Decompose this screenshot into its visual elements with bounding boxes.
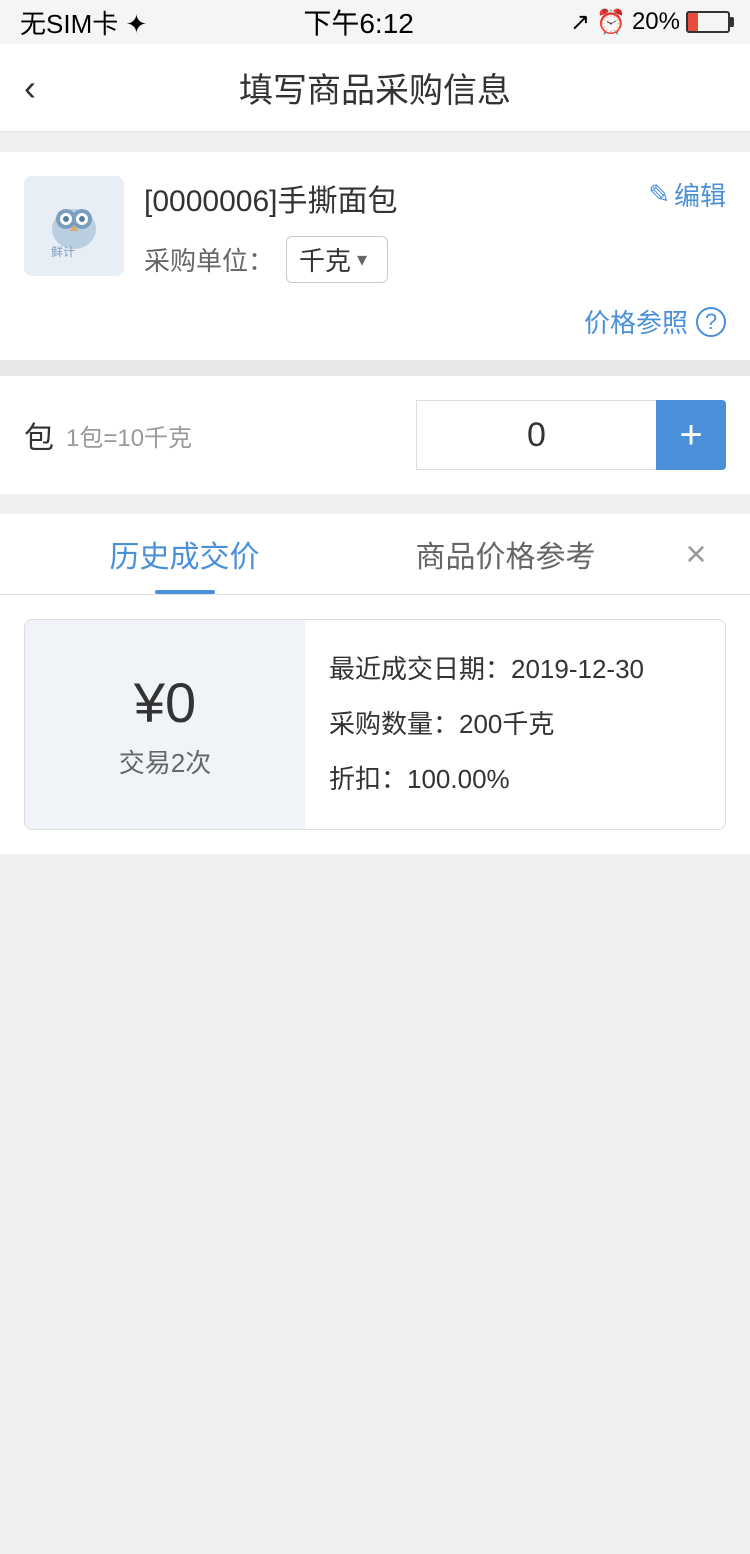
price-symbol: ¥: [134, 671, 165, 734]
price-card-left: ¥0 交易2次: [25, 620, 305, 829]
price-detail-discount: 折扣：100.00%: [329, 760, 701, 799]
section-divider: [0, 360, 750, 376]
carrier-text: 无SIM卡 ✦: [20, 4, 147, 41]
product-image: 鲜计: [24, 176, 124, 276]
date-value: 2019-12-30: [511, 654, 644, 684]
tab-bar: 历史成交价 商品价格参考 ×: [0, 514, 750, 595]
discount-label: 折扣：: [329, 764, 407, 794]
quantity-left: 包 1包=10千克: [24, 413, 192, 457]
tab-history-price[interactable]: 历史成交价: [24, 514, 345, 594]
price-card: ¥0 交易2次 最近成交日期：2019-12-30 采购数量：200千克 折扣：…: [24, 619, 726, 830]
main-content: [0, 854, 750, 1554]
unit-select[interactable]: 千克 ▾: [286, 236, 388, 283]
product-logo: 鲜计: [39, 191, 109, 261]
qty-label: 采购数量：: [329, 709, 459, 739]
price-detail-date: 最近成交日期：2019-12-30: [329, 650, 701, 689]
tab-active-indicator: [155, 590, 215, 594]
unit-label: 采购单位：: [144, 241, 274, 278]
status-right: ↗ ⏰ 20%: [570, 8, 730, 37]
quantity-input[interactable]: [416, 400, 656, 470]
page-title: 填写商品采购信息: [239, 63, 511, 112]
history-content: ¥0 交易2次 最近成交日期：2019-12-30 采购数量：200千克 折扣：…: [0, 595, 750, 854]
chevron-down-icon: ▾: [357, 247, 367, 272]
date-label: 最近成交日期：: [329, 654, 511, 684]
quantity-plus-button[interactable]: +: [656, 400, 726, 470]
product-header: 鲜计 [0000006]手撕面包 采购单位： 千克 ▾ ✎ 编辑: [24, 176, 726, 283]
price-card-right: 最近成交日期：2019-12-30 采购数量：200千克 折扣：100.00%: [305, 620, 725, 829]
price-amount: ¥0: [134, 670, 196, 735]
product-name: [0000006]手撕面包: [144, 176, 397, 220]
tab-history-label: 历史成交价: [110, 532, 260, 576]
back-button[interactable]: ‹: [24, 67, 36, 109]
product-left: 鲜计 [0000006]手撕面包 采购单位： 千克 ▾: [24, 176, 397, 283]
quantity-right: +: [416, 400, 726, 470]
tab-price-ref-label: 商品价格参考: [416, 532, 596, 576]
battery-percent: 20%: [632, 8, 680, 36]
help-icon[interactable]: ?: [696, 307, 726, 337]
price-ref-row: 价格参照 ?: [24, 303, 726, 340]
svg-text:鲜计: 鲜计: [51, 245, 75, 259]
qty-value: 200千克: [459, 709, 554, 739]
location-icon: ↗: [570, 8, 590, 37]
battery-icon: [686, 11, 730, 33]
product-card: 鲜计 [0000006]手撕面包 采购单位： 千克 ▾ ✎ 编辑: [0, 152, 750, 360]
close-icon: ×: [685, 533, 706, 575]
product-unit-row: 采购单位： 千克 ▾: [144, 236, 397, 283]
unit-sub-label: 1包=10千克: [66, 418, 192, 453]
unit-value: 千克: [299, 241, 351, 278]
tab-close-button[interactable]: ×: [666, 524, 726, 584]
status-carrier: 无SIM卡 ✦: [20, 4, 147, 41]
edit-button[interactable]: ✎ 编辑: [648, 176, 726, 213]
tab-price-ref[interactable]: 商品价格参考: [345, 514, 666, 594]
product-info: [0000006]手撕面包 采购单位： 千克 ▾: [144, 176, 397, 283]
edit-icon: ✎: [648, 179, 670, 210]
discount-value: 100.00%: [407, 764, 510, 794]
status-time: 下午6:12: [303, 2, 414, 42]
price-value: 0: [165, 671, 196, 734]
edit-label: 编辑: [674, 176, 726, 213]
alarm-icon: ⏰: [596, 8, 626, 37]
price-trades: 交易2次: [119, 743, 211, 780]
status-bar: 无SIM卡 ✦ 下午6:12 ↗ ⏰ 20%: [0, 0, 750, 44]
price-ref-link[interactable]: 价格参照: [584, 303, 688, 340]
unit-main-label: 包: [24, 413, 54, 457]
quantity-row: 包 1包=10千克 +: [0, 376, 750, 494]
price-detail-qty: 采购数量：200千克: [329, 705, 701, 744]
nav-bar: ‹ 填写商品采购信息: [0, 44, 750, 132]
